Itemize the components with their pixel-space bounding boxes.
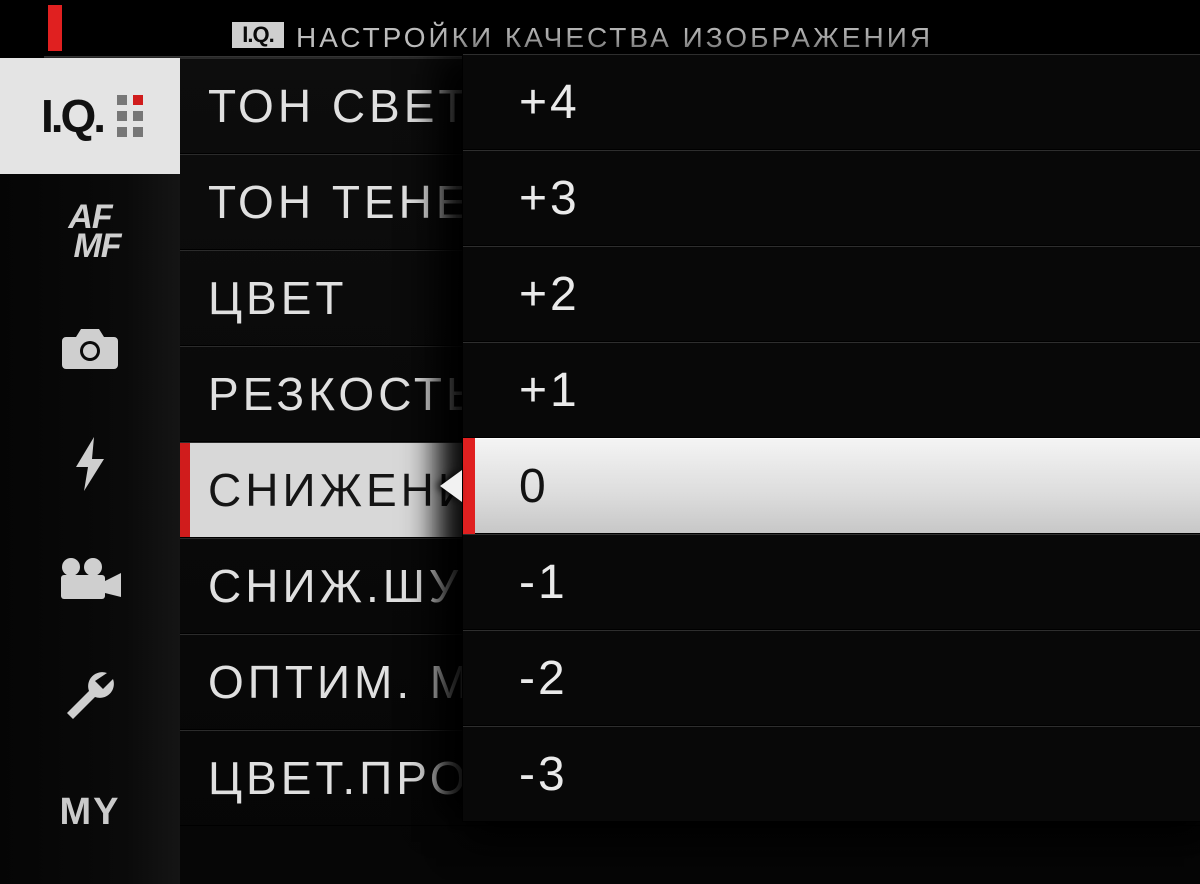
value-option-plus3[interactable]: +3 [463, 150, 1200, 246]
sidebar-tab-setup[interactable] [0, 638, 180, 754]
header-iq-badge: I.Q. [232, 22, 284, 48]
value-option-0[interactable]: 0 [463, 438, 1200, 534]
movie-icon [57, 557, 123, 603]
iq-icon: I.Q. [37, 91, 107, 141]
sidebar-tab-movie[interactable] [0, 522, 180, 638]
camera-icon [58, 325, 122, 371]
value-option-plus1[interactable]: +1 [463, 342, 1200, 438]
page-title: НАСТРОЙКИ КАЧЕСТВА ИЗОБРАЖЕНИЯ [296, 22, 933, 54]
value-option-minus1[interactable]: -1 [463, 534, 1200, 630]
value-option-minus3[interactable]: -3 [463, 726, 1200, 822]
my-label: MY [60, 791, 121, 834]
value-option-plus4[interactable]: +4 [463, 54, 1200, 150]
flash-icon [70, 435, 110, 493]
sidebar-tab-my[interactable]: MY [0, 754, 180, 870]
mf-label: MF [73, 232, 120, 261]
value-option-minus2[interactable]: -2 [463, 630, 1200, 726]
sidebar-tab-flash[interactable] [0, 406, 180, 522]
left-arrow-icon [440, 470, 462, 502]
value-popup: +4 +3 +2 +1 0 -1 -2 -3 [462, 54, 1200, 822]
iq-dots-icon [117, 95, 143, 137]
sidebar: I.Q. AF MF [0, 58, 180, 884]
sidebar-tab-iq[interactable]: I.Q. [0, 58, 180, 174]
value-option-plus2[interactable]: +2 [463, 246, 1200, 342]
header-accent [48, 5, 62, 51]
sidebar-tab-shoot[interactable] [0, 290, 180, 406]
wrench-icon [61, 667, 119, 725]
sidebar-tab-afmf[interactable]: AF MF [0, 174, 180, 290]
header: I.Q. НАСТРОЙКИ КАЧЕСТВА ИЗОБРАЖЕНИЯ [0, 0, 1200, 58]
